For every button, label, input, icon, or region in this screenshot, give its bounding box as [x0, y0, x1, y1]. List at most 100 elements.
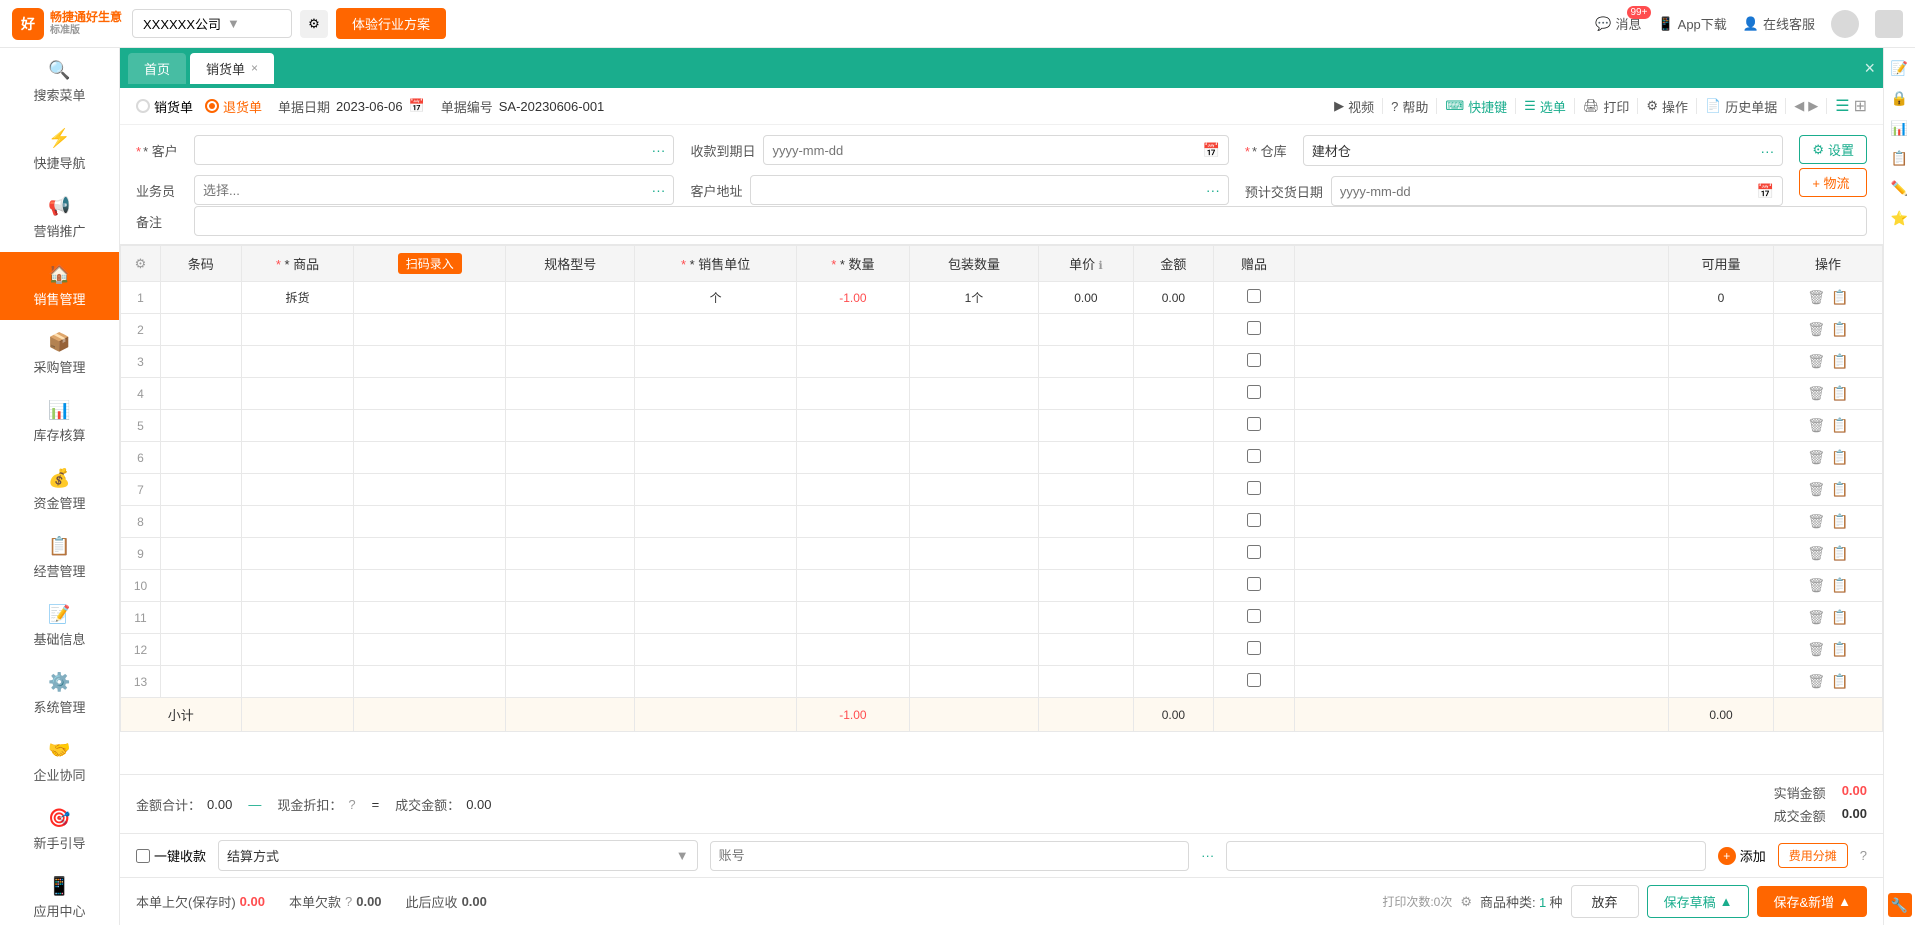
sidebar-item-purchase[interactable]: 📦 采购管理: [0, 320, 119, 388]
cell-action[interactable]: 🗑 📋: [1773, 538, 1882, 570]
cell-goods[interactable]: [241, 442, 354, 474]
cell-unit[interactable]: [635, 410, 797, 442]
copy-icon[interactable]: 📋: [1831, 481, 1848, 498]
user-menu-icon[interactable]: [1875, 10, 1903, 38]
sidebar-item-marketing[interactable]: 📢 营销推广: [0, 184, 119, 252]
cell-action[interactable]: 🗑 📋: [1773, 474, 1882, 506]
cell-pkg-qty[interactable]: [909, 538, 1038, 570]
cell-amount[interactable]: [1133, 570, 1214, 602]
cell-spec[interactable]: [506, 474, 635, 506]
cell-action[interactable]: 🗑 📋: [1773, 602, 1882, 634]
cell-goods[interactable]: [241, 314, 354, 346]
cell-spec[interactable]: [506, 410, 635, 442]
cell-spec[interactable]: [506, 442, 635, 474]
cell-amount[interactable]: [1133, 666, 1214, 698]
delete-icon[interactable]: 🗑: [1807, 385, 1825, 402]
cell-goods[interactable]: [241, 570, 354, 602]
cell-amount[interactable]: [1133, 378, 1214, 410]
cell-price[interactable]: [1039, 538, 1134, 570]
cell-pkg-qty[interactable]: [909, 378, 1038, 410]
cell-action[interactable]: 🗑 📋: [1773, 314, 1882, 346]
expected-date-text[interactable]: [1340, 184, 1753, 199]
rt-chart[interactable]: 📊: [1888, 116, 1912, 140]
cell-spec[interactable]: [506, 602, 635, 634]
cell-pkg-qty[interactable]: 1个: [909, 282, 1038, 314]
cell-goods[interactable]: [241, 602, 354, 634]
cell-qty[interactable]: [796, 378, 909, 410]
cell-qty[interactable]: [796, 538, 909, 570]
copy-icon[interactable]: 📋: [1831, 417, 1848, 434]
cell-gift[interactable]: [1214, 282, 1295, 314]
user-avatar[interactable]: [1831, 10, 1859, 38]
cell-price[interactable]: 0.00: [1039, 282, 1134, 314]
th-scan[interactable]: 扫码录入: [354, 246, 506, 282]
discount-help-icon[interactable]: ?: [348, 797, 355, 812]
logistics-button[interactable]: + 物流: [1799, 168, 1867, 197]
abandon-button[interactable]: 放弃: [1571, 885, 1639, 918]
cell-barcode[interactable]: [161, 378, 242, 410]
customer-select-icon[interactable]: ···: [651, 142, 665, 158]
rt-note[interactable]: 📝: [1888, 56, 1912, 80]
cell-price[interactable]: [1039, 634, 1134, 666]
delete-icon[interactable]: 🗑: [1807, 577, 1825, 594]
cell-qty[interactable]: -1.00: [796, 282, 909, 314]
fee-help-icon[interactable]: ?: [1860, 848, 1867, 863]
cell-unit[interactable]: [635, 346, 797, 378]
customer-addr-text[interactable]: [759, 183, 1201, 198]
amount-input[interactable]: [1226, 841, 1706, 871]
cell-qty[interactable]: [796, 570, 909, 602]
cell-unit[interactable]: [635, 666, 797, 698]
sidebar-item-nav[interactable]: ⚡ 快捷导航: [0, 116, 119, 184]
gift-checkbox[interactable]: [1247, 289, 1261, 303]
cell-goods[interactable]: 拆货: [241, 282, 354, 314]
cell-price[interactable]: [1039, 346, 1134, 378]
cell-pkg-qty[interactable]: [909, 602, 1038, 634]
setup-button[interactable]: ⚙ 设置: [1799, 135, 1867, 164]
settings-icon[interactable]: ⚙: [300, 10, 328, 38]
list-view-icon[interactable]: ☰: [1835, 96, 1849, 116]
delete-icon[interactable]: 🗑: [1807, 609, 1825, 626]
cell-action[interactable]: 🗑 📋: [1773, 346, 1882, 378]
gift-checkbox[interactable]: [1247, 353, 1261, 367]
cell-goods[interactable]: [241, 506, 354, 538]
cell-qty[interactable]: [796, 442, 909, 474]
payment-date-input[interactable]: 📅: [763, 135, 1228, 165]
action-operation[interactable]: ⚙ 操作: [1646, 97, 1688, 116]
cell-action[interactable]: 🗑 📋: [1773, 410, 1882, 442]
sidebar-item-apps[interactable]: 📱 应用中心: [0, 864, 119, 925]
delete-icon[interactable]: 🗑: [1807, 545, 1825, 562]
sidebar-item-finance[interactable]: 💰 资金管理: [0, 456, 119, 524]
cell-gift[interactable]: [1214, 442, 1295, 474]
cell-goods[interactable]: [241, 474, 354, 506]
gift-checkbox[interactable]: [1247, 673, 1261, 687]
salesperson-text-input[interactable]: [203, 183, 647, 198]
cell-spec[interactable]: [506, 634, 635, 666]
th-settings[interactable]: ⚙: [121, 246, 161, 282]
cell-action[interactable]: 🗑 📋: [1773, 442, 1882, 474]
cell-unit[interactable]: [635, 602, 797, 634]
cell-amount[interactable]: [1133, 506, 1214, 538]
copy-icon[interactable]: 📋: [1831, 609, 1848, 626]
sidebar-item-guide[interactable]: 🎯 新手引导: [0, 796, 119, 864]
account-text[interactable]: [719, 848, 1181, 863]
cell-pkg-qty[interactable]: [909, 666, 1038, 698]
cell-unit[interactable]: [635, 538, 797, 570]
price-info-icon[interactable]: ℹ: [1098, 260, 1102, 272]
cell-barcode[interactable]: [161, 282, 242, 314]
rt-edit[interactable]: ✏️: [1888, 176, 1912, 200]
sidebar-item-search[interactable]: 🔍 搜索菜单: [0, 48, 119, 116]
delete-icon[interactable]: 🗑: [1807, 289, 1825, 306]
salesperson-select-icon[interactable]: ···: [651, 182, 665, 198]
account-select-dots[interactable]: ···: [1201, 848, 1214, 863]
save-new-button[interactable]: 保存&新增 ▲: [1757, 886, 1867, 917]
delete-icon[interactable]: 🗑: [1807, 353, 1825, 370]
cell-spec[interactable]: [506, 506, 635, 538]
sidebar-item-system[interactable]: ⚙️ 系统管理: [0, 660, 119, 728]
copy-icon[interactable]: 📋: [1831, 449, 1848, 466]
doc-arrear-help[interactable]: ?: [345, 894, 352, 909]
cell-unit[interactable]: 个: [635, 282, 797, 314]
cell-gift[interactable]: [1214, 634, 1295, 666]
cell-action[interactable]: 🗑 📋: [1773, 634, 1882, 666]
app-download-button[interactable]: 📱 App下载: [1657, 14, 1726, 33]
cell-pkg-qty[interactable]: [909, 346, 1038, 378]
